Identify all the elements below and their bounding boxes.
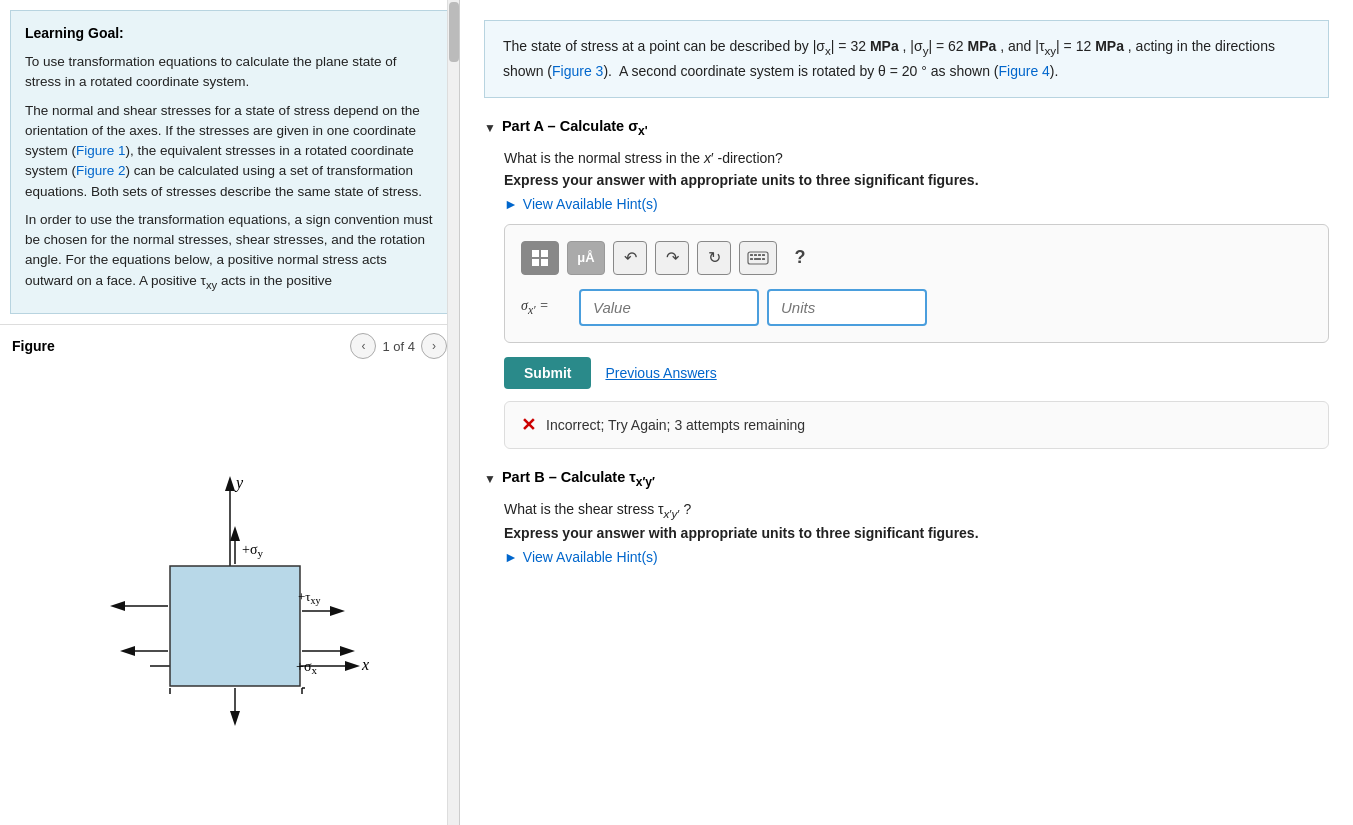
sigma-y-label: +σy <box>242 542 263 559</box>
part-b-hint-link[interactable]: ► View Available Hint(s) <box>484 549 1329 565</box>
grid-icon <box>530 248 550 268</box>
tau-xy-right-arrow <box>330 606 345 616</box>
part-b-header: ▼ Part B – Calculate τx′y′ <box>484 469 1329 489</box>
svg-rect-18 <box>758 254 761 256</box>
figure1-link[interactable]: Figure 1 <box>76 143 126 158</box>
figure-nav: ‹ 1 of 4 › <box>350 333 447 359</box>
part-b-section: ▼ Part B – Calculate τx′y′ What is the s… <box>484 469 1329 566</box>
part-b-question: What is the shear stress τx′y′ ? <box>484 501 1329 520</box>
undo-btn[interactable]: ↶ <box>613 241 647 275</box>
sigma-x-right-arrow <box>340 646 355 656</box>
part-b-label: Part B – Calculate τx′y′ <box>502 469 655 489</box>
svg-rect-20 <box>750 258 753 260</box>
answer-box: μÅ ↶ ↷ ↻ ? <box>504 224 1329 343</box>
learning-goal-p1: To use transformation equations to calcu… <box>25 52 434 93</box>
svg-rect-22 <box>762 258 765 260</box>
learning-goal-box: Learning Goal: To use transformation equ… <box>10 10 449 314</box>
submit-row: Submit Previous Answers <box>504 357 1329 389</box>
part-a-desc: Calculate σx' <box>560 118 648 134</box>
learning-goal-p3: In order to use the transformation equat… <box>25 210 434 293</box>
problem-description: The state of stress at a point can be de… <box>484 20 1329 98</box>
submit-btn[interactable]: Submit <box>504 357 591 389</box>
toolbar: μÅ ↶ ↷ ↻ ? <box>521 241 1312 275</box>
learning-goal-p2: The normal and shear stresses for a stat… <box>25 101 434 202</box>
svg-rect-21 <box>754 258 761 260</box>
right-panel: The state of stress at a point can be de… <box>460 0 1353 825</box>
input-row: σx′ = <box>521 289 1312 326</box>
svg-rect-19 <box>762 254 765 256</box>
keyboard-icon <box>747 251 769 265</box>
figure4-link[interactable]: Figure 4 <box>998 63 1049 79</box>
figure-count: 1 of 4 <box>382 339 415 354</box>
figure-canvas: y x +σy +τxy +σx <box>0 367 459 825</box>
mu-btn[interactable]: μÅ <box>567 241 605 275</box>
left-panel: Learning Goal: To use transformation equ… <box>0 0 460 825</box>
svg-rect-12 <box>541 250 548 257</box>
error-message: Incorrect; Try Again; 3 attempts remaini… <box>546 417 805 433</box>
figure3-link[interactable]: Figure 3 <box>552 63 603 79</box>
y-axis-label: y <box>234 474 244 492</box>
part-b-instruction: Express your answer with appropriate uni… <box>484 525 1329 541</box>
units-input[interactable] <box>767 289 927 326</box>
scrollbar-thumb[interactable] <box>449 2 459 62</box>
sigma-y-bottom-arrow <box>230 711 240 726</box>
stress-diagram-svg: y x +σy +τxy +σx <box>40 436 420 756</box>
prev-answers-link[interactable]: Previous Answers <box>605 365 716 381</box>
sigma-x-left-arrow <box>120 646 135 656</box>
svg-rect-13 <box>532 259 539 266</box>
hint-b-arrow: ► <box>504 549 518 565</box>
error-icon: ✕ <box>521 414 536 436</box>
hint-b-text: View Available Hint(s) <box>523 549 658 565</box>
scrollbar-track[interactable] <box>447 0 459 825</box>
y-axis-arrow <box>225 476 235 491</box>
svg-rect-14 <box>541 259 548 266</box>
figure-prev-btn[interactable]: ‹ <box>350 333 376 359</box>
x-axis-label: x <box>361 656 369 673</box>
part-b-desc: Calculate τx′y′ <box>561 469 655 485</box>
svg-rect-17 <box>754 254 757 256</box>
sigma-x-label: +σx <box>296 659 317 676</box>
refresh-btn[interactable]: ↻ <box>697 241 731 275</box>
figure-next-btn[interactable]: › <box>421 333 447 359</box>
tau-xy-label: +τxy <box>298 589 321 606</box>
part-a-header: ▼ Part A – Calculate σx' <box>484 118 1329 138</box>
problem-text: The state of stress at a point can be de… <box>503 38 1275 79</box>
figure-header: Figure ‹ 1 of 4 › <box>0 324 459 367</box>
figure2-link[interactable]: Figure 2 <box>76 163 126 178</box>
svg-rect-16 <box>750 254 753 256</box>
part-a-hint-link[interactable]: ► View Available Hint(s) <box>484 196 1329 212</box>
svg-rect-11 <box>532 250 539 257</box>
redo-btn[interactable]: ↷ <box>655 241 689 275</box>
hint-arrow: ► <box>504 196 518 212</box>
x-axis-arrow <box>345 661 360 671</box>
part-a-question: What is the normal stress in the x′ -dir… <box>484 150 1329 166</box>
part-a-toggle[interactable]: ▼ <box>484 121 496 135</box>
tau-xy-left-arrow <box>110 601 125 611</box>
part-b-toggle[interactable]: ▼ <box>484 472 496 486</box>
hint-text: View Available Hint(s) <box>523 196 658 212</box>
value-input[interactable] <box>579 289 759 326</box>
help-btn[interactable]: ? <box>785 243 815 273</box>
part-a-section: ▼ Part A – Calculate σx' What is the nor… <box>484 118 1329 449</box>
error-box: ✕ Incorrect; Try Again; 3 attempts remai… <box>504 401 1329 449</box>
sigma-x-prime-label: σx′ = <box>521 298 571 317</box>
grid-btn[interactable] <box>521 241 559 275</box>
sigma-y-top-arrow <box>230 526 240 541</box>
part-a-label: Part A – Calculate σx' <box>502 118 648 138</box>
keyboard-btn[interactable] <box>739 241 777 275</box>
part-a-instruction: Express your answer with appropriate uni… <box>484 172 1329 188</box>
learning-goal-title: Learning Goal: <box>25 23 434 44</box>
figure-title: Figure <box>12 338 55 354</box>
stress-element <box>170 566 300 686</box>
